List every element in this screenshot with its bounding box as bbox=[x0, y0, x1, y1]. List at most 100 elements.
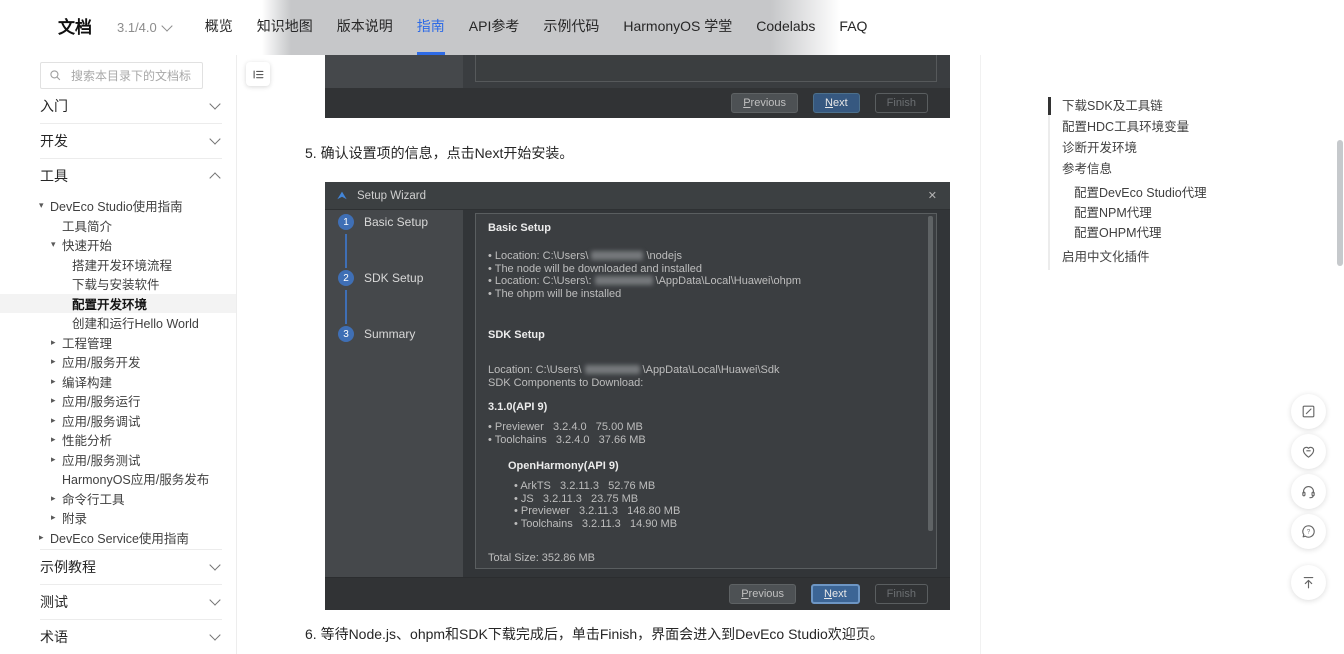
version-selector[interactable]: 3.1/4.0 bbox=[117, 0, 173, 55]
sidebar-item-project-management[interactable]: ▸ 工程管理 bbox=[0, 333, 236, 353]
chevron-down-icon bbox=[161, 19, 173, 32]
finish-button: Finish bbox=[874, 584, 928, 604]
sidebar-section-development[interactable]: 开发 bbox=[0, 124, 236, 158]
tree-label: 创建和运行Hello World bbox=[72, 317, 199, 332]
openharmony-heading: OpenHarmony(API 9) bbox=[508, 460, 619, 472]
toc-item-hdc-env[interactable]: 配置HDC工具环境变量 bbox=[1050, 119, 1260, 135]
svg-text:?: ? bbox=[1307, 529, 1311, 536]
chevron-down-icon bbox=[209, 133, 221, 145]
sidebar-item-app-service-run[interactable]: ▸ 应用/服务运行 bbox=[0, 391, 236, 411]
sidebar-section-glossary[interactable]: 术语 bbox=[0, 620, 236, 654]
toc-item-download-sdk[interactable]: 下载SDK及工具链 bbox=[1048, 97, 1260, 115]
wizard-step-summary: 3 Summary bbox=[338, 326, 415, 342]
toc-item-reference-info[interactable]: 参考信息 bbox=[1050, 161, 1260, 177]
tree-label: 下载与安装软件 bbox=[72, 278, 160, 293]
sidebar-tree: ▾ DevEco Studio使用指南 工具简介 ▾ 快速开始 搭建开发环境流程… bbox=[0, 193, 236, 549]
sidebar-collapse-button[interactable] bbox=[246, 62, 270, 86]
sidebar-section-samples[interactable]: 示例教程 bbox=[0, 550, 236, 584]
step-6-text: 6. 等待Node.js、ohpm和SDK下载完成后，单击Finish，界面会进… bbox=[305, 626, 884, 642]
sidebar-item-cli-tools[interactable]: ▸ 命令行工具 bbox=[0, 489, 236, 509]
sidebar-item-configure-env-active[interactable]: 配置开发环境 bbox=[0, 293, 236, 313]
help-button[interactable]: ? bbox=[1291, 514, 1326, 549]
sidebar-item-app-service-test[interactable]: ▸ 应用/服务测试 bbox=[0, 450, 236, 470]
sidebar-item-download-install[interactable]: 下载与安装软件 bbox=[0, 274, 236, 294]
wizard-button-bar: Previous Next Finish bbox=[325, 577, 950, 610]
content-toc-divider bbox=[980, 55, 981, 654]
left-sidebar: 入门 开发 工具 ▾ DevEco Studio使用指南 工具简介 ▾ 快速开始 bbox=[0, 55, 237, 654]
sidebar-item-performance[interactable]: ▸ 性能分析 bbox=[0, 430, 236, 450]
sdk-location-line: Location: C:\Users\ \AppData\Local\Huawei… bbox=[488, 364, 780, 376]
step-number-badge: 3 bbox=[338, 326, 354, 342]
docs-page: 文档 3.1/4.0 概览 知识地图 版本说明 指南 API参考 示例代码 Ha… bbox=[0, 0, 1344, 654]
sidebar-section-getting-started[interactable]: 入门 bbox=[0, 89, 236, 123]
wizard-step-sdk: 2 SDK Setup bbox=[338, 270, 423, 286]
tree-label: DevEco Studio使用指南 bbox=[50, 200, 183, 215]
nav-codelabs[interactable]: Codelabs bbox=[756, 0, 815, 55]
nav-knowledge-map[interactable]: 知识地图 bbox=[257, 0, 313, 55]
floating-toolbar: ? bbox=[1291, 394, 1326, 600]
triangle-right-icon: ▸ bbox=[51, 356, 56, 367]
sidebar-item-deveco-service-guide[interactable]: ▸ DevEco Service使用指南 bbox=[0, 528, 236, 548]
toc-item-chinese-plugin[interactable]: 启用中文化插件 bbox=[1050, 249, 1260, 265]
sidebar-item-quick-start[interactable]: ▾ 快速开始 bbox=[0, 235, 236, 255]
oh-item-toolchains: Toolchains 3.2.11.3 14.90 MB bbox=[514, 518, 912, 531]
nav-api-reference[interactable]: API参考 bbox=[469, 0, 520, 55]
wizard-partial-button-bar: Previous Next Finish bbox=[325, 88, 950, 118]
sidebar-item-app-service-debug[interactable]: ▸ 应用/服务调试 bbox=[0, 411, 236, 431]
search-input[interactable] bbox=[69, 67, 193, 84]
sidebar-item-hello-world[interactable]: 创建和运行Hello World bbox=[0, 313, 236, 333]
toc-item-deveco-proxy[interactable]: 配置DevEco Studio代理 bbox=[1050, 185, 1260, 201]
edit-square-icon bbox=[1302, 405, 1315, 418]
oh-item-js: JS 3.2.11.3 23.75 MB bbox=[514, 493, 912, 506]
triangle-right-icon: ▸ bbox=[51, 512, 56, 523]
nav-overview[interactable]: 概览 bbox=[205, 0, 233, 55]
sidebar-item-publish[interactable]: HarmonyOS应用/服务发布 bbox=[0, 469, 236, 489]
tree-label: 性能分析 bbox=[62, 434, 113, 449]
section-label: 入门 bbox=[40, 98, 68, 114]
question-bubble-icon: ? bbox=[1302, 525, 1315, 538]
triangle-right-icon: ▸ bbox=[51, 492, 56, 503]
sidebar-item-appendix[interactable]: ▸ 附录 bbox=[0, 508, 236, 528]
redacted-username bbox=[584, 365, 640, 374]
top-navigation: 概览 知识地图 版本说明 指南 API参考 示例代码 HarmonyOS 学堂 … bbox=[205, 0, 867, 55]
tree-label: HarmonyOS应用/服务发布 bbox=[62, 473, 210, 488]
tree-label: 配置开发环境 bbox=[72, 297, 148, 312]
tree-label: 应用/服务运行 bbox=[62, 395, 141, 410]
sidebar-search[interactable] bbox=[40, 62, 203, 89]
finish-button: Finish bbox=[874, 93, 928, 113]
nav-harmonyos-academy[interactable]: HarmonyOS 学堂 bbox=[623, 0, 732, 55]
wizard-partial-content-box bbox=[475, 55, 937, 82]
heart-icon bbox=[1302, 446, 1315, 458]
step-connector bbox=[345, 234, 347, 268]
like-button[interactable] bbox=[1291, 434, 1326, 469]
next-button: Next bbox=[811, 584, 860, 604]
nav-release-notes[interactable]: 版本说明 bbox=[337, 0, 393, 55]
chevron-down-icon bbox=[209, 559, 221, 571]
nav-guide[interactable]: 指南 bbox=[416, 0, 445, 55]
sdk-item-previewer: Previewer 3.2.4.0 75.00 MB bbox=[488, 421, 912, 434]
sdk-components-line: SDK Components to Download: bbox=[488, 376, 644, 389]
back-to-top-button[interactable] bbox=[1291, 565, 1326, 600]
support-button[interactable] bbox=[1291, 474, 1326, 509]
sidebar-section-tools[interactable]: 工具 bbox=[0, 159, 236, 193]
page-scrollbar[interactable] bbox=[1337, 140, 1343, 266]
sidebar-item-env-setup-flow[interactable]: 搭建开发环境流程 bbox=[0, 255, 236, 275]
nav-faq[interactable]: FAQ bbox=[839, 0, 867, 55]
toc-item-ohpm-proxy[interactable]: 配置OHPM代理 bbox=[1050, 225, 1260, 241]
wizard-body: 1 Basic Setup 2 SDK Setup 3 Summary Basi… bbox=[325, 210, 950, 577]
basic-bullet-location-ohpm: Location: C:\Users\:\AppData\Local\Huawe… bbox=[488, 275, 912, 288]
tree-label: 工程管理 bbox=[62, 336, 113, 351]
step-number-badge: 1 bbox=[338, 214, 354, 230]
nav-sample-code[interactable]: 示例代码 bbox=[543, 0, 599, 55]
sidebar-item-app-service-dev[interactable]: ▸ 应用/服务开发 bbox=[0, 352, 236, 372]
toc-item-diagnose-env[interactable]: 诊断开发环境 bbox=[1050, 140, 1260, 156]
screenshot-setup-wizard-partial: Previous Next Finish bbox=[325, 55, 950, 118]
section-label: 开发 bbox=[40, 133, 68, 149]
sidebar-item-deveco-studio-guide[interactable]: ▾ DevEco Studio使用指南 bbox=[0, 196, 236, 216]
feedback-edit-button[interactable] bbox=[1291, 394, 1326, 429]
sidebar-item-build[interactable]: ▸ 编译构建 bbox=[0, 372, 236, 392]
tree-label: 附录 bbox=[62, 512, 88, 527]
sidebar-item-tool-intro[interactable]: 工具简介 bbox=[0, 216, 236, 236]
sidebar-section-testing[interactable]: 测试 bbox=[0, 585, 236, 619]
toc-item-npm-proxy[interactable]: 配置NPM代理 bbox=[1050, 205, 1260, 221]
